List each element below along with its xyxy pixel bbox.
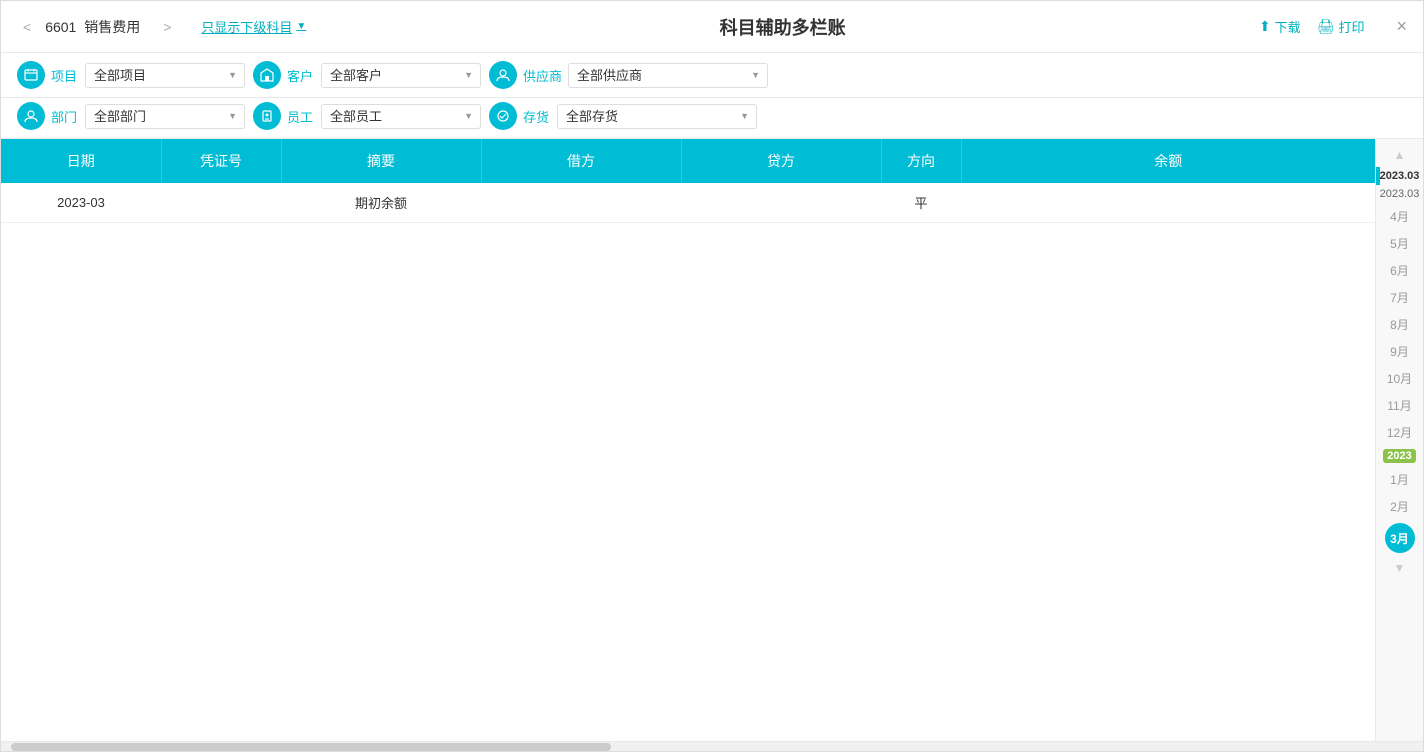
month-10[interactable]: 10月 [1376,365,1423,392]
download-button[interactable]: ⬆ 下载 [1259,17,1301,36]
show-sub-label: 只显示下级科目 [201,17,292,36]
customer-select-wrap: 全部客户 [321,63,481,88]
cell-debit [481,183,681,223]
customer-label: 客户 [287,66,315,85]
active-month-container: 3月 [1385,520,1415,556]
department-label: 部门 [51,107,79,126]
year-badge-container: 2023 [1381,446,1417,466]
page-title: 科目辅助多栏账 [306,14,1259,40]
filter-bar: 项目 全部项目 客户 全部客户 [1,53,1423,98]
period-item-2[interactable]: 2023.03 [1376,185,1423,203]
cell-summary: 期初余额 [281,183,481,223]
month-1[interactable]: 1月 [1376,466,1423,493]
bottom-scrollbar[interactable] [1,741,1423,751]
filter-bar-row2: 部门 全部部门 员工 全部员工 [1,98,1423,139]
month-12[interactable]: 12月 [1376,419,1423,446]
print-label: 打印 [1338,17,1364,36]
project-filter-group: 项目 全部项目 [17,61,245,89]
table-header-row: 日期 凭证号 摘要 借方 贷方 方向 余额 [1,139,1375,183]
customer-filter-group: 客户 全部客户 [253,61,481,89]
project-label: 项目 [51,66,79,85]
month-3-active[interactable]: 3月 [1385,523,1415,553]
prev-account-button[interactable]: < [17,17,37,37]
month-7[interactable]: 7月 [1376,284,1423,311]
cell-direction: 平 [881,183,961,223]
col-summary: 摘要 [281,139,481,183]
top-actions: ⬆ 下载 🖨 打印 × [1259,16,1407,37]
col-voucher: 凭证号 [161,139,281,183]
employee-icon [253,102,281,130]
employee-select-wrap: 全部员工 [321,104,481,129]
inventory-icon [489,102,517,130]
print-button[interactable]: 🖨 打印 [1317,17,1365,36]
employee-select[interactable]: 全部员工 [321,104,481,129]
download-label: 下载 [1275,17,1301,36]
inventory-select[interactable]: 全部存货 [557,104,757,129]
employee-filter-group: 员工 全部员工 [253,102,481,130]
supplier-select-wrap: 全部供应商 [568,63,768,88]
col-balance: 余额 [961,139,1375,183]
next-account-button[interactable]: > [157,17,177,37]
supplier-filter-group: 供应商 全部供应商 [489,61,768,89]
cell-credit [681,183,881,223]
customer-icon [253,61,281,89]
customer-select[interactable]: 全部客户 [321,63,481,88]
month-5[interactable]: 5月 [1376,230,1423,257]
department-select[interactable]: 全部部门 [85,104,245,129]
download-icon: ⬆ [1259,18,1271,35]
project-select-wrap: 全部项目 [85,63,245,88]
table-area: 日期 凭证号 摘要 借方 贷方 方向 余额 2023-03 期初余额 [1,139,1375,741]
ledger-table: 日期 凭证号 摘要 借方 贷方 方向 余额 2023-03 期初余额 [1,139,1375,223]
account-label: 6601 销售费用 [37,17,157,37]
supplier-select[interactable]: 全部供应商 [568,63,768,88]
content-area: 日期 凭证号 摘要 借方 贷方 方向 余额 2023-03 期初余额 [1,139,1423,741]
month-2[interactable]: 2月 [1376,493,1423,520]
supplier-icon [489,61,517,89]
bottom-scroll-thumb[interactable] [11,743,611,751]
inventory-select-wrap: 全部存货 [557,104,757,129]
cell-balance [961,183,1375,223]
main-window: < 6601 销售费用 > 只显示下级科目 ▼ 科目辅助多栏账 ⬆ 下载 🖨 打… [0,0,1424,752]
scroll-up-button[interactable]: ▲ [1384,143,1416,167]
cell-date: 2023-03 [1,183,161,223]
project-select[interactable]: 全部项目 [85,63,245,88]
print-icon: 🖨 [1317,18,1335,35]
period-item-1[interactable]: 2023.03 [1376,167,1423,185]
account-code: 6601 [45,19,76,35]
side-scroll: ▲ 2023.03 2023.03 4月 5月 6月 7月 8月 9月 10月 … [1375,139,1423,741]
col-date: 日期 [1,139,161,183]
month-11[interactable]: 11月 [1376,392,1423,419]
col-debit: 借方 [481,139,681,183]
top-bar: < 6601 销售费用 > 只显示下级科目 ▼ 科目辅助多栏账 ⬆ 下载 🖨 打… [1,1,1423,53]
employee-label: 员工 [287,107,315,126]
table-row: 2023-03 期初余额 平 [1,183,1375,223]
year-badge: 2023 [1383,449,1415,463]
month-6[interactable]: 6月 [1376,257,1423,284]
close-button[interactable]: × [1396,16,1407,37]
department-select-wrap: 全部部门 [85,104,245,129]
cell-voucher [161,183,281,223]
inventory-label: 存货 [523,107,551,126]
project-icon [17,61,45,89]
show-sub-chevron: ▼ [296,21,306,32]
supplier-label: 供应商 [523,66,562,85]
department-icon [17,102,45,130]
account-name: 销售费用 [84,19,140,35]
col-credit: 贷方 [681,139,881,183]
department-filter-group: 部门 全部部门 [17,102,245,130]
month-9[interactable]: 9月 [1376,338,1423,365]
show-sub-accounts-button[interactable]: 只显示下级科目 ▼ [201,17,306,36]
month-8[interactable]: 8月 [1376,311,1423,338]
month-4[interactable]: 4月 [1376,203,1423,230]
inventory-filter-group: 存货 全部存货 [489,102,757,130]
scroll-down-button[interactable]: ▼ [1384,556,1416,580]
col-direction: 方向 [881,139,961,183]
